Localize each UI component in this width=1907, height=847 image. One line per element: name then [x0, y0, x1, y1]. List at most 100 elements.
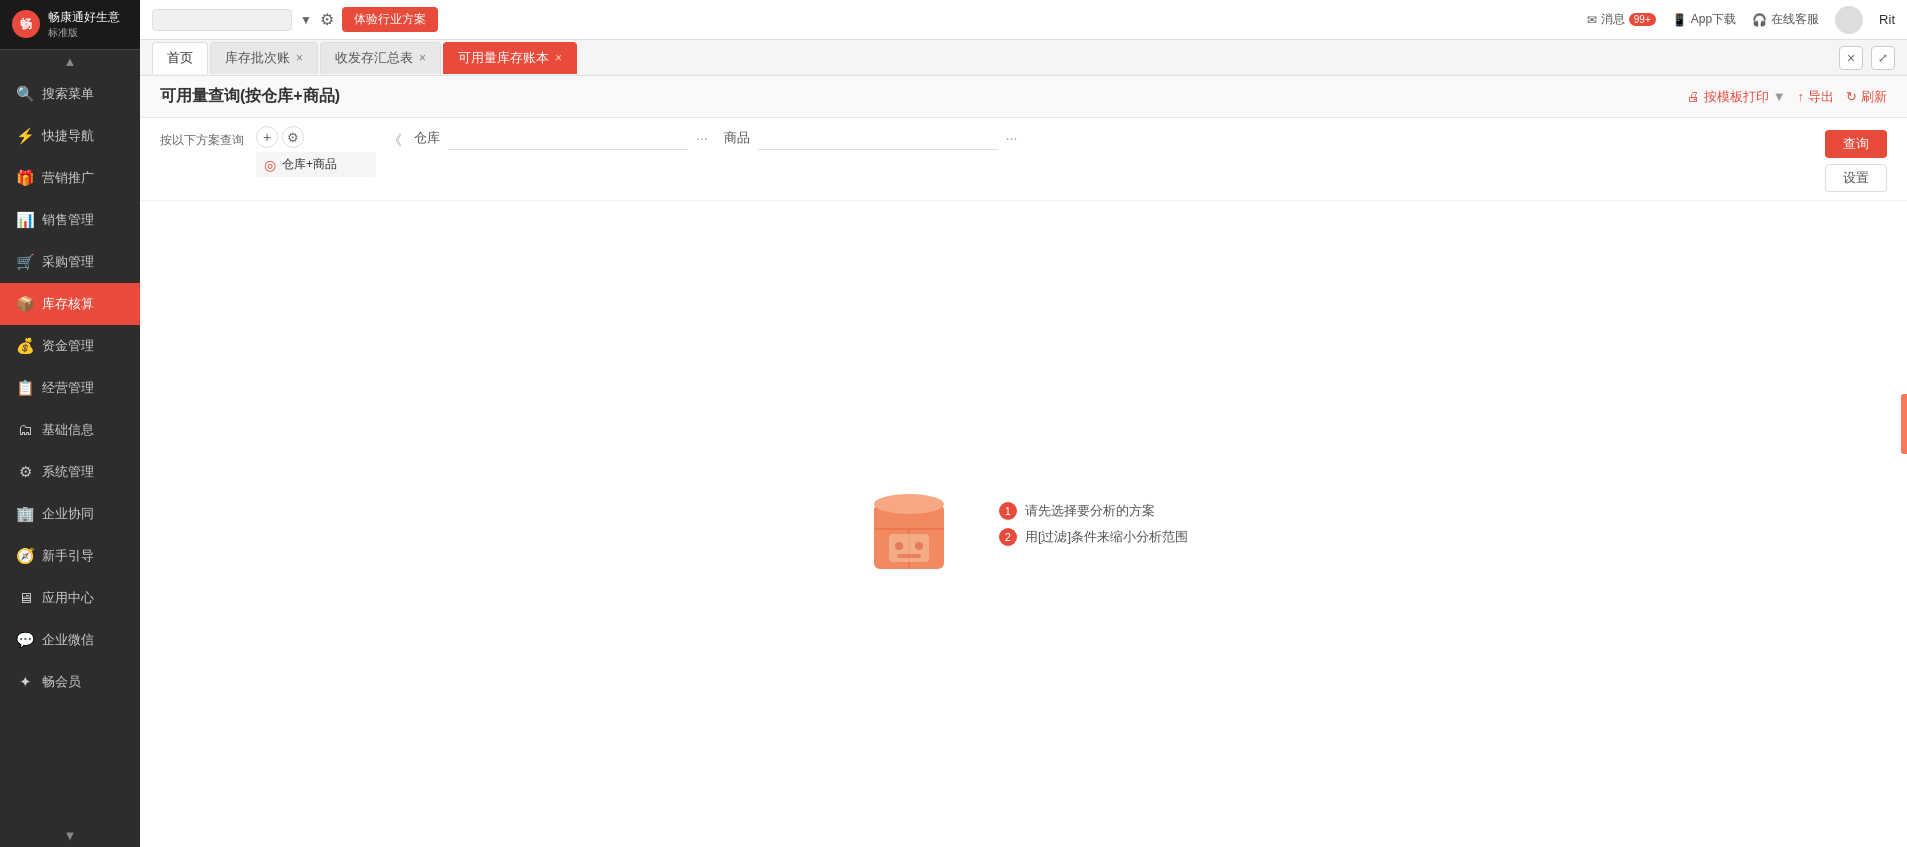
tab-inventory-batch-close[interactable]: ×	[296, 51, 303, 65]
inventory-icon: 📦	[16, 295, 34, 313]
app-download-item[interactable]: 📱 App下载	[1672, 11, 1736, 28]
warehouse-label: 仓库	[414, 129, 440, 147]
collapse-filter-btn[interactable]: 《	[388, 126, 402, 150]
product-more-icon[interactable]: ···	[1006, 130, 1018, 146]
tab-inventory-summary-close[interactable]: ×	[419, 51, 426, 65]
user-avatar[interactable]	[1835, 6, 1863, 34]
topbar-search-input[interactable]	[152, 9, 292, 31]
query-btn[interactable]: 查询	[1825, 130, 1887, 158]
sidebar-item-label: 采购管理	[42, 253, 94, 271]
user-name: Rit	[1879, 12, 1895, 27]
tab-inventory-batch[interactable]: 库存批次账 ×	[210, 42, 318, 74]
sidebar-header: 畅 畅康通好生意 标准版	[0, 0, 140, 50]
sidebar-item-system[interactable]: ⚙ 系统管理	[0, 451, 140, 493]
cart-icon: 🛒	[16, 253, 34, 271]
hint-text-1: 请先选择要分析的方案	[1025, 502, 1155, 520]
message-badge: 99+	[1629, 13, 1656, 26]
wechat-icon: 💬	[16, 631, 34, 649]
tab-inventory-summary-label: 收发存汇总表	[335, 49, 413, 67]
sidebar-item-wechat[interactable]: 💬 企业微信	[0, 619, 140, 661]
operation-icon: 📋	[16, 379, 34, 397]
tabs-close-all-btn[interactable]: ×	[1839, 46, 1863, 70]
product-input[interactable]	[758, 126, 998, 150]
add-scheme-btn[interactable]: +	[256, 126, 278, 148]
sidebar-item-label: 资金管理	[42, 337, 94, 355]
scheme-item-warehouse-product[interactable]: ◎ 仓库+商品	[256, 152, 376, 177]
empty-illustration	[859, 474, 959, 574]
sidebar-item-label: 新手引导	[42, 547, 94, 565]
sidebar-scroll-up[interactable]: ▲	[0, 50, 140, 73]
sidebar-item-label: 营销推广	[42, 169, 94, 187]
tab-home[interactable]: 首页	[152, 42, 208, 74]
sidebar-item-member[interactable]: ✦ 畅会员	[0, 661, 140, 703]
tabs-bar: 首页 库存批次账 × 收发存汇总表 × 可用量库存账本 × × ⤢	[140, 40, 1907, 76]
sidebar-item-marketing[interactable]: 🎁 营销推广	[0, 157, 140, 199]
sidebar-item-finance[interactable]: 💰 资金管理	[0, 325, 140, 367]
tab-available-ledger[interactable]: 可用量库存账本 ×	[443, 42, 577, 74]
topbar: ▼ ⚙ 体验行业方案 ✉ 消息 99+ 📱 App下载 🎧 在线客服 Rit	[140, 0, 1907, 40]
sidebar-brand: 畅康通好生意 标准版	[48, 10, 120, 39]
refresh-btn[interactable]: ↻ 刷新	[1846, 88, 1887, 106]
export-btn[interactable]: ↑ 导出	[1798, 88, 1835, 106]
sidebar-item-basic[interactable]: 🗂 基础信息	[0, 409, 140, 451]
empty-state-inner: 1 请先选择要分析的方案 2 用[过滤]条件来缩小分析范围	[859, 474, 1188, 574]
filter-field-product: 商品 ···	[724, 126, 1018, 150]
sidebar-item-label: 企业协同	[42, 505, 94, 523]
brand-edition: 标准版	[48, 26, 120, 39]
sidebar-scroll-down[interactable]: ▼	[0, 824, 140, 847]
print-dropdown-icon[interactable]: ▼	[1773, 89, 1786, 104]
system-icon: ⚙	[16, 463, 34, 481]
sidebar-item-label: 经营管理	[42, 379, 94, 397]
page-header: 可用量查询(按仓库+商品) 🖨 按模板打印 ▼ ↑ 导出 ↻ 刷新	[140, 76, 1907, 118]
print-btn[interactable]: 🖨 按模板打印 ▼	[1687, 88, 1786, 106]
right-scroll-indicator	[1901, 394, 1907, 454]
sidebar-item-label: 基础信息	[42, 421, 94, 439]
shortcut-icon: ⚡	[16, 127, 34, 145]
filter-fields: 仓库 ··· 商品 ···	[414, 126, 1813, 150]
scheme-item-icon: ◎	[264, 157, 276, 173]
sidebar-item-purchase[interactable]: 🛒 采购管理	[0, 241, 140, 283]
guide-icon: 🧭	[16, 547, 34, 565]
sidebar-item-enterprise[interactable]: 🏢 企业协同	[0, 493, 140, 535]
online-service-item[interactable]: 🎧 在线客服	[1752, 11, 1819, 28]
filter-row-1: 仓库 ··· 商品 ···	[414, 126, 1813, 150]
sidebar-item-operation[interactable]: 📋 经营管理	[0, 367, 140, 409]
scheme-settings-btn[interactable]: ⚙	[282, 126, 304, 148]
sidebar-item-sales[interactable]: 📊 销售管理	[0, 199, 140, 241]
message-label: 消息	[1601, 11, 1625, 28]
sidebar-item-label: 系统管理	[42, 463, 94, 481]
search-icon: 🔍	[16, 85, 34, 103]
box-svg	[859, 474, 969, 584]
warehouse-input[interactable]	[448, 126, 688, 150]
hint-text-2: 用[过滤]条件来缩小分析范围	[1025, 528, 1188, 546]
sidebar-item-shortcut[interactable]: ⚡ 快捷导航	[0, 115, 140, 157]
sidebar-item-guide[interactable]: 🧭 新手引导	[0, 535, 140, 577]
warehouse-more-icon[interactable]: ···	[696, 130, 708, 146]
tab-inventory-summary[interactable]: 收发存汇总表 ×	[320, 42, 441, 74]
hint-item-2: 2 用[过滤]条件来缩小分析范围	[999, 528, 1188, 546]
industry-btn[interactable]: 体验行业方案	[342, 7, 438, 32]
sidebar-item-label: 应用中心	[42, 589, 94, 607]
tab-available-ledger-close[interactable]: ×	[555, 51, 562, 65]
svg-point-6	[915, 542, 923, 550]
phone-icon: 📱	[1672, 13, 1687, 27]
tabs-expand-btn[interactable]: ⤢	[1871, 46, 1895, 70]
settings-btn[interactable]: 设置	[1825, 164, 1887, 192]
tab-home-label: 首页	[167, 49, 193, 67]
sidebar-item-inventory[interactable]: 📦 库存核算	[0, 283, 140, 325]
member-icon: ✦	[16, 673, 34, 691]
message-item[interactable]: ✉ 消息 99+	[1587, 11, 1656, 28]
hint-item-1: 1 请先选择要分析的方案	[999, 502, 1188, 520]
svg-rect-7	[897, 554, 921, 558]
sidebar-item-app[interactable]: 🖥 应用中心	[0, 577, 140, 619]
svg-point-5	[895, 542, 903, 550]
topbar-dropdown-icon[interactable]: ▼	[300, 13, 312, 27]
gift-icon: 🎁	[16, 169, 34, 187]
sidebar-item-label: 销售管理	[42, 211, 94, 229]
content-area: 可用量查询(按仓库+商品) 🖨 按模板打印 ▼ ↑ 导出 ↻ 刷新 按以下方案	[140, 76, 1907, 847]
svg-point-1	[874, 494, 944, 514]
page-title: 可用量查询(按仓库+商品)	[160, 86, 340, 107]
topbar-settings-icon[interactable]: ⚙	[320, 10, 334, 29]
sidebar-item-search[interactable]: 🔍 搜索菜单	[0, 73, 140, 115]
hint-num-1: 1	[999, 502, 1017, 520]
